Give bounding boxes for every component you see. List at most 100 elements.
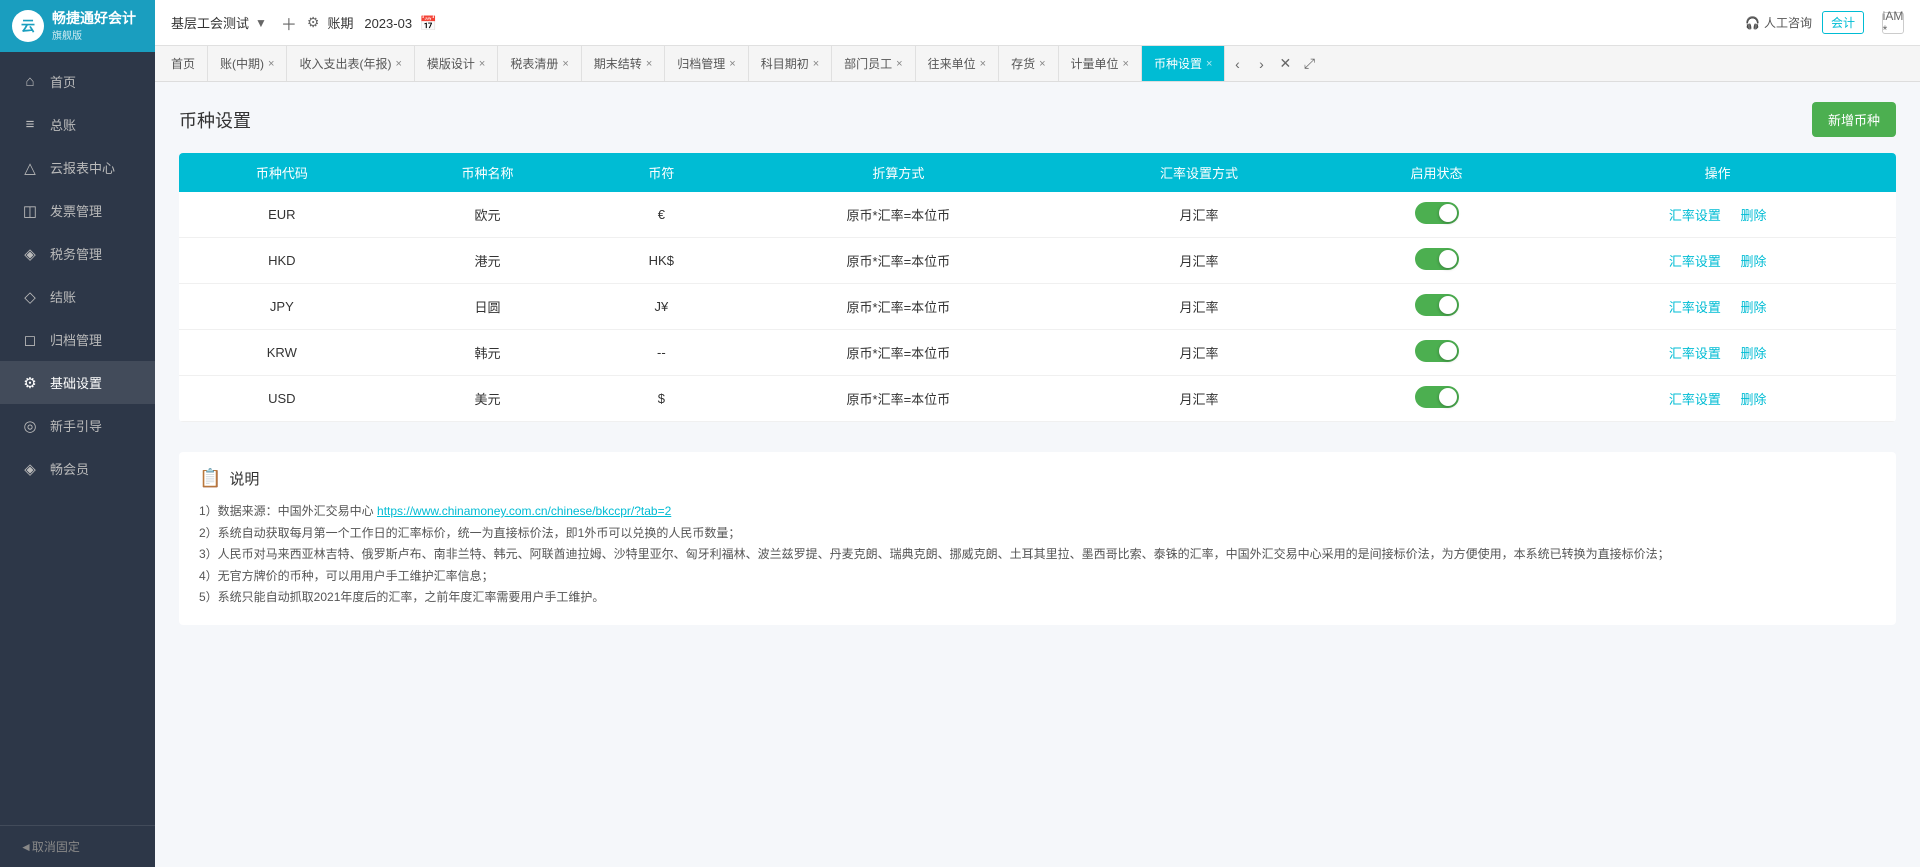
- rate-setting-link[interactable]: 汇率设置: [1669, 254, 1721, 269]
- tab-close-icon[interactable]: ×: [1206, 58, 1212, 70]
- tab-close-icon[interactable]: ×: [896, 58, 902, 70]
- help-button[interactable]: 🎧 人工咨询: [1745, 14, 1812, 31]
- tab-close-icon[interactable]: ×: [646, 58, 652, 70]
- col-header: 启用状态: [1334, 153, 1540, 192]
- tab-close-icon[interactable]: ×: [813, 58, 819, 70]
- tab-往来单位[interactable]: 往来单位 ×: [916, 46, 999, 82]
- sidebar-item-tax[interactable]: ◈ 税务管理: [0, 232, 155, 275]
- tab-close-icon[interactable]: ×: [268, 58, 274, 70]
- cell-enabled[interactable]: [1334, 192, 1540, 238]
- note-item: 5）系统只能自动抓取2021年度后的汇率，之前年度汇率需要用户手工维护。: [199, 587, 1876, 609]
- cell-symbol: HK$: [590, 238, 732, 284]
- tab-科目期初[interactable]: 科目期初 ×: [749, 46, 832, 82]
- col-header: 币种名称: [385, 153, 591, 192]
- company-dropdown-icon[interactable]: ▼: [255, 16, 267, 30]
- rate-setting-link[interactable]: 汇率设置: [1669, 392, 1721, 407]
- delete-link[interactable]: 删除: [1741, 254, 1767, 269]
- archive-icon: ◻: [20, 331, 40, 349]
- tab-close-icon[interactable]: ×: [1039, 58, 1045, 70]
- guide-label: 新手引导: [50, 416, 102, 435]
- toggle-switch[interactable]: [1415, 248, 1459, 270]
- note-item: 4）无官方牌价的币种，可以用用户手工维护汇率信息；: [199, 566, 1876, 588]
- rate-setting-link[interactable]: 汇率设置: [1669, 346, 1721, 361]
- tab-首页[interactable]: 首页: [159, 46, 208, 82]
- tab-close-icon[interactable]: ×: [395, 58, 401, 70]
- ledger-label: 总账: [50, 115, 76, 134]
- tab-close-icon[interactable]: ×: [479, 58, 485, 70]
- tab-label: 模版设计: [427, 55, 475, 72]
- sidebar-item-ledger[interactable]: ≡ 总账: [0, 103, 155, 146]
- toggle-switch[interactable]: [1415, 340, 1459, 362]
- delete-link[interactable]: 删除: [1741, 346, 1767, 361]
- tab-税表清册[interactable]: 税表清册 ×: [498, 46, 581, 82]
- sidebar-item-member[interactable]: ◈ 畅会员: [0, 447, 155, 490]
- sidebar-item-basic[interactable]: ⚙ 基础设置: [0, 361, 155, 404]
- cell-enabled[interactable]: [1334, 376, 1540, 422]
- note-item: 2）系统自动获取每月第一个工作日的汇率标价，统一为直接标价法，即1外币可以兑换的…: [199, 523, 1876, 545]
- cell-enabled[interactable]: [1334, 284, 1540, 330]
- tab-模版设计[interactable]: 模版设计 ×: [415, 46, 498, 82]
- cell-enabled[interactable]: [1334, 238, 1540, 284]
- page-content: 币种设置 新增币种 币种代码币种名称币符折算方式汇率设置方式启用状态操作 EUR…: [155, 82, 1920, 867]
- rate-setting-link[interactable]: 汇率设置: [1669, 208, 1721, 223]
- tab-币种设置[interactable]: 币种设置 ×: [1142, 46, 1225, 82]
- user-icon[interactable]: iAM *: [1882, 12, 1904, 34]
- toggle-thumb: [1439, 204, 1457, 222]
- notes-icon: 📋: [199, 468, 221, 489]
- cell-name: 美元: [385, 376, 591, 422]
- tab-归档管理[interactable]: 归档管理 ×: [665, 46, 748, 82]
- sidebar-item-home[interactable]: ⌂ 首页: [0, 60, 155, 103]
- table-row: USD美元$原币*汇率=本位币月汇率 汇率设置 删除: [179, 376, 1896, 422]
- sidebar-nav: ⌂ 首页 ≡ 总账 △ 云报表中心 ◫ 发票管理 ◈ 税务管理 ◇ 结账 ◻ 归…: [0, 52, 155, 825]
- settings-icon[interactable]: ⚙: [307, 14, 320, 31]
- page-title: 币种设置: [179, 107, 251, 133]
- notes-title: 📋 说明: [199, 468, 1876, 489]
- cell-rate_type: 月汇率: [1064, 238, 1333, 284]
- notes-external-link[interactable]: https://www.chinamoney.com.cn/chinese/bk…: [377, 504, 671, 518]
- tab-账(中期)[interactable]: 账(中期) ×: [208, 46, 287, 82]
- tab-close-all-btn[interactable]: ✕: [1273, 46, 1297, 82]
- tab-计量单位[interactable]: 计量单位 ×: [1059, 46, 1142, 82]
- sidebar-item-invoice[interactable]: ◫ 发票管理: [0, 189, 155, 232]
- help-label: 人工咨询: [1764, 14, 1812, 31]
- tab-存货[interactable]: 存货 ×: [999, 46, 1058, 82]
- toggle-track: [1415, 386, 1459, 408]
- delete-link[interactable]: 删除: [1741, 392, 1767, 407]
- account-badge[interactable]: 会计: [1822, 11, 1864, 34]
- tab-next-btn[interactable]: ›: [1249, 46, 1273, 82]
- calendar-icon[interactable]: 📅: [420, 15, 437, 31]
- tab-label: 收入支出表(年报): [299, 55, 391, 72]
- toggle-switch[interactable]: [1415, 202, 1459, 224]
- note-item: 3）人民币对马来西亚林吉特、俄罗斯卢布、南非兰特、韩元、阿联酋迪拉姆、沙特里亚尔…: [199, 544, 1876, 566]
- tab-部门员工[interactable]: 部门员工 ×: [832, 46, 915, 82]
- notes-list: 1）数据来源：中国外汇交易中心 https://www.chinamoney.c…: [199, 501, 1876, 609]
- tab-close-icon[interactable]: ×: [1123, 58, 1129, 70]
- delete-link[interactable]: 删除: [1741, 208, 1767, 223]
- cell-rate_type: 月汇率: [1064, 284, 1333, 330]
- table-row: JPY日圆J¥原币*汇率=本位币月汇率 汇率设置 删除: [179, 284, 1896, 330]
- tab-期末结转[interactable]: 期末结转 ×: [582, 46, 665, 82]
- new-currency-button[interactable]: 新增币种: [1812, 102, 1896, 137]
- rate-setting-link[interactable]: 汇率设置: [1669, 300, 1721, 315]
- main-area: 基层工会测试 ▼ ＋ ⚙ 账期 2023-03 📅 🎧 人工咨询 会计 iAM …: [155, 0, 1920, 867]
- toggle-switch[interactable]: [1415, 294, 1459, 316]
- cell-code: JPY: [179, 284, 385, 330]
- cell-enabled[interactable]: [1334, 330, 1540, 376]
- sidebar-footer[interactable]: ◄取消固定: [0, 825, 155, 867]
- notes-title-text: 说明: [229, 468, 259, 489]
- tab-close-icon[interactable]: ×: [562, 58, 568, 70]
- logo-text: 畅捷通好会计 旗舰版: [52, 10, 136, 42]
- basic-label: 基础设置: [50, 373, 102, 392]
- tab-close-icon[interactable]: ×: [729, 58, 735, 70]
- tab-expand-btn[interactable]: ⤢: [1297, 46, 1321, 82]
- add-company-icon[interactable]: ＋: [281, 11, 297, 35]
- tab-close-icon[interactable]: ×: [980, 58, 986, 70]
- sidebar-item-guide[interactable]: ◎ 新手引导: [0, 404, 155, 447]
- toggle-switch[interactable]: [1415, 386, 1459, 408]
- tab-prev-btn[interactable]: ‹: [1225, 46, 1249, 82]
- tab-收入支出表(年报)[interactable]: 收入支出表(年报) ×: [287, 46, 414, 82]
- delete-link[interactable]: 删除: [1741, 300, 1767, 315]
- sidebar-item-archive[interactable]: ◻ 归档管理: [0, 318, 155, 361]
- sidebar-item-settle[interactable]: ◇ 结账: [0, 275, 155, 318]
- sidebar-item-reports[interactable]: △ 云报表中心: [0, 146, 155, 189]
